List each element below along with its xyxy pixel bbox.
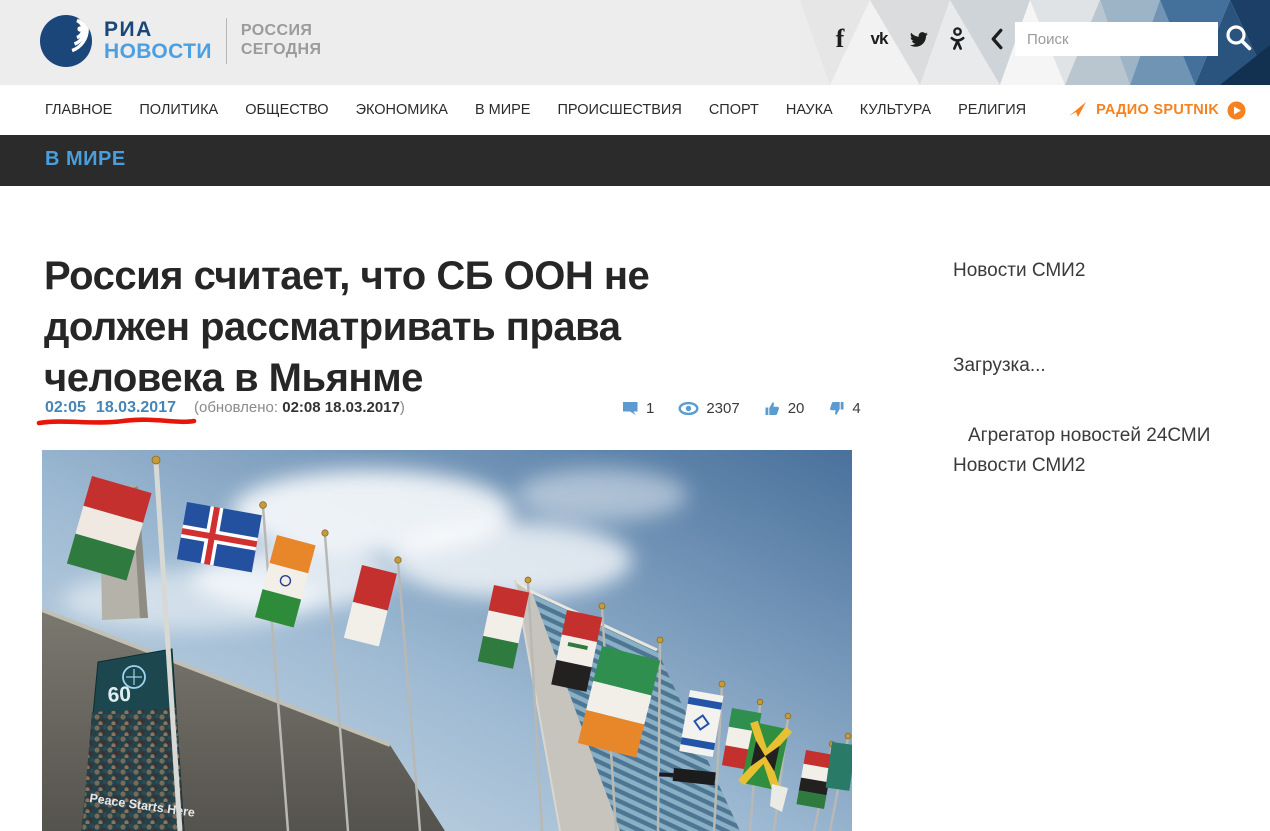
banner-number: 60: [107, 683, 132, 707]
nav-item-religiya[interactable]: РЕЛИГИЯ: [958, 102, 1026, 118]
radio-sputnik-link[interactable]: РАДИО SPUTNIK: [1069, 101, 1246, 120]
search-button[interactable]: [1222, 22, 1256, 56]
nav-item-ekonomika[interactable]: ЭКОНОМИКА: [356, 102, 448, 118]
sidebar-loading-status: Загрузка...: [953, 355, 1046, 376]
thumb-up-icon: [765, 402, 779, 415]
sidebar-smi2-widget-title[interactable]: Новости СМИ2: [953, 260, 1085, 282]
article-photo: 60 Peace Starts Here: [42, 450, 852, 831]
article-stats: 1 2307 20 4: [622, 400, 861, 417]
site-header: РИА НОВОСТИ РОССИЯ СЕГОДНЯ f vk: [0, 0, 1270, 85]
odnoklassniki-icon[interactable]: [945, 25, 969, 53]
updated-timestamp: (обновлено: 02:08 18.03.2017): [194, 399, 405, 416]
main-nav: ГЛАВНОЕ ПОЛИТИКА ОБЩЕСТВО ЭКОНОМИКА В МИ…: [0, 85, 1270, 135]
play-icon: [1227, 101, 1246, 119]
dislikes-count: 4: [852, 400, 861, 417]
section-title[interactable]: В МИРЕ: [45, 148, 126, 171]
comments-count: 1: [646, 400, 655, 417]
views-stat: 2307: [678, 400, 740, 417]
social-bar: f vk: [828, 22, 1008, 56]
site-logo[interactable]: РИА НОВОСТИ РОССИЯ СЕГОДНЯ: [40, 15, 321, 67]
updated-value: 02:08 18.03.2017: [282, 399, 400, 416]
nav-item-proisshestviya[interactable]: ПРОИСШЕСТВИЯ: [557, 102, 681, 118]
un-headquarters-illustration: 60 Peace Starts Here: [42, 450, 852, 831]
section-bar: В МИРЕ: [0, 135, 1270, 186]
eye-icon: [678, 401, 699, 416]
updated-suffix: ): [399, 399, 405, 416]
nav-item-sport[interactable]: СПОРТ: [709, 102, 759, 118]
comments-stat[interactable]: 1: [622, 400, 654, 417]
twitter-icon[interactable]: [906, 25, 930, 53]
logo-divider: [225, 18, 227, 64]
nav-item-kultura[interactable]: КУЛЬТУРА: [860, 102, 931, 118]
radio-sputnik-label: РАДИО SPUTNIK: [1096, 102, 1220, 118]
ria-globe-icon: [40, 15, 92, 67]
annotation-underline: [36, 417, 197, 426]
vk-icon[interactable]: vk: [867, 25, 891, 53]
views-count: 2307: [706, 400, 740, 417]
logo-line1: РИА: [104, 17, 153, 41]
updated-prefix: (обновлено:: [194, 399, 283, 416]
facebook-icon[interactable]: f: [828, 24, 852, 53]
nav-item-nauka[interactable]: НАУКА: [786, 102, 833, 118]
radio-flag-icon: [1069, 102, 1087, 117]
logo-tagline1: РОССИЯ: [240, 22, 313, 40]
search-icon: [1226, 24, 1252, 50]
likes-count: 20: [787, 400, 805, 417]
dislikes-stat[interactable]: 4: [828, 400, 861, 417]
thumb-down-icon: [830, 402, 844, 415]
nav-item-obschestvo[interactable]: ОБЩЕСТВО: [245, 102, 328, 118]
nav-item-glavnoe[interactable]: ГЛАВНОЕ: [45, 102, 112, 118]
likes-stat[interactable]: 20: [764, 400, 805, 417]
nav-item-v-mire[interactable]: В МИРЕ: [475, 102, 531, 118]
nav-item-politika[interactable]: ПОЛИТИКА: [139, 102, 218, 118]
logo-line2: НОВОСТИ: [104, 40, 212, 63]
search-input[interactable]: [1015, 22, 1218, 56]
sidebar-24smi-aggregator-link[interactable]: Агрегатор новостей 24СМИ: [968, 425, 1210, 447]
article-title: Россия считает, что СБ ООН не должен рас…: [44, 253, 650, 400]
logo-tagline2: СЕГОДНЯ: [240, 41, 322, 58]
sidebar-smi2-widget-title-2[interactable]: Новости СМИ2: [953, 455, 1085, 477]
collapse-arrow-icon[interactable]: [984, 25, 1008, 53]
comment-icon: [623, 402, 638, 416]
